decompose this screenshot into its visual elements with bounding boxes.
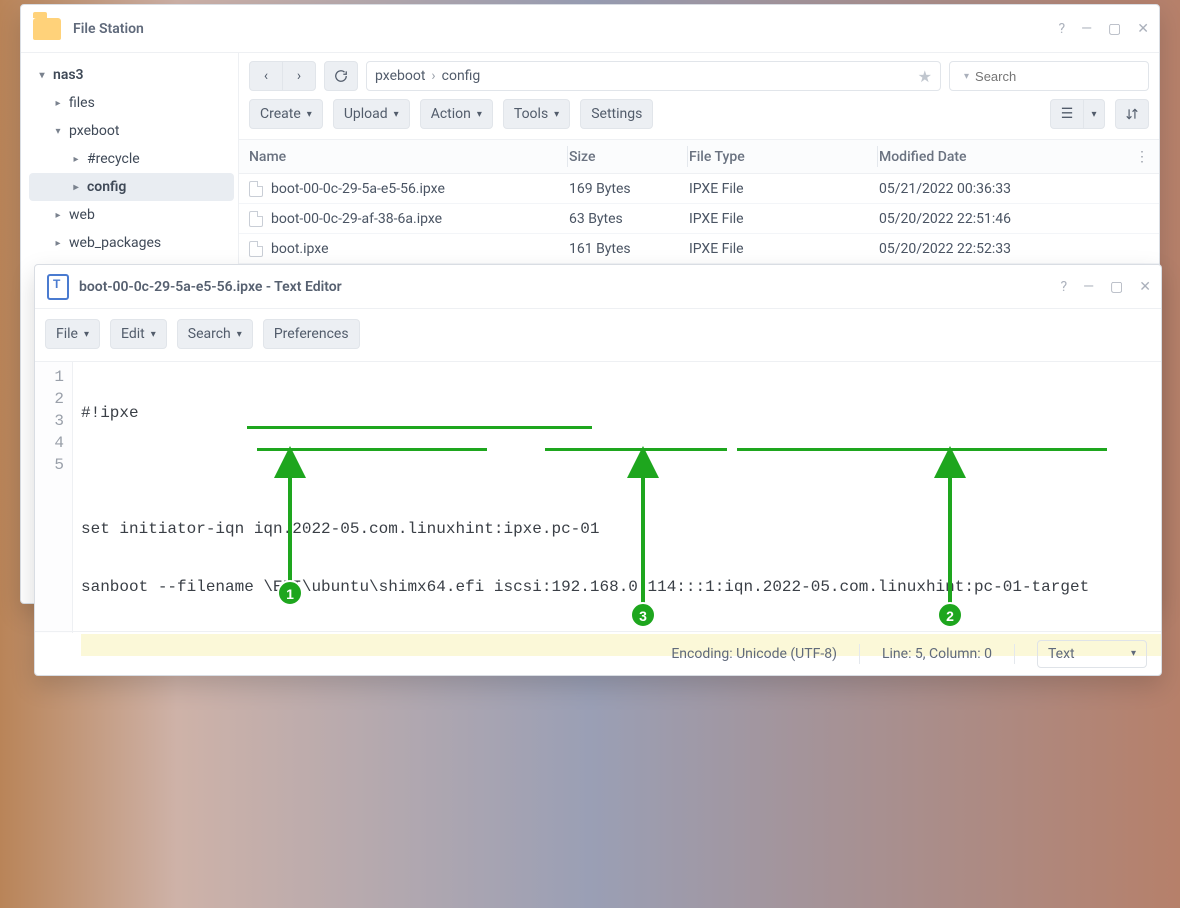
chevron-right-icon: ▸ [53,98,63,109]
settings-button[interactable]: Settings [580,99,653,129]
table-row[interactable]: boot.ipxe 161 Bytes IPXE File 05/20/2022… [239,234,1159,264]
annotation-badge-2: 2 [937,602,963,628]
language-label: Text [1048,646,1075,662]
line-number-gutter: 12345 [35,362,73,633]
breadcrumb[interactable]: pxeboot › config ★ [366,61,941,91]
file-icon [249,241,263,257]
upload-button[interactable]: Upload▾ [333,99,410,129]
text-editor-titlebar: boot-00-0c-29-5a-e5-56.ipxe - Text Edito… [35,265,1161,309]
sort-button[interactable] [1115,99,1149,129]
code-editor[interactable]: 12345 #!ipxe set initiator-iqn iqn.2022-… [35,361,1161,633]
chevron-down-icon[interactable]: ▾ [964,71,969,82]
chevron-down-icon: ▾ [394,109,399,120]
menu-search[interactable]: Search▾ [177,319,253,349]
chevron-down-icon: ▾ [307,109,312,120]
code-line: #!ipxe [81,402,1161,424]
menu-edit[interactable]: Edit▾ [110,319,167,349]
tree-item-files[interactable]: ▸files [29,89,234,117]
help-icon[interactable]: ? [1058,21,1065,37]
minimize-icon[interactable]: — [1083,279,1094,295]
table-row[interactable]: boot-00-0c-29-af-38-6a.ipxe 63 Bytes IPX… [239,204,1159,234]
columns-menu-icon[interactable]: ⋮ [1121,149,1149,165]
reload-icon [334,69,348,83]
status-cursor: Line: 5, Column: 0 [882,646,992,662]
close-icon[interactable]: ✕ [1137,21,1149,37]
tree-item-pxeboot[interactable]: ▾pxeboot [29,117,234,145]
close-icon[interactable]: ✕ [1139,279,1151,295]
menu-file[interactable]: File▾ [45,319,100,349]
col-type[interactable]: File Type [689,149,879,165]
text-editor-window: boot-00-0c-29-5a-e5-56.ipxe - Text Edito… [34,264,1162,676]
annotation-badge-1: 1 [277,580,303,606]
annotation-underline [247,426,592,429]
search-box[interactable]: ▾ [949,61,1149,91]
menu-preferences[interactable]: Preferences [263,319,360,349]
file-table: Name Size File Type Modified Date ⋮ boot… [239,139,1159,264]
chevron-down-icon: ▾ [1091,109,1096,120]
maximize-icon[interactable]: ▢ [1108,21,1121,37]
text-editor-title: boot-00-0c-29-5a-e5-56.ipxe - Text Edito… [79,279,342,295]
col-name[interactable]: Name [249,149,569,165]
chevron-down-icon: ▾ [37,70,47,81]
annotation-underline [737,448,1107,451]
sort-icon [1125,107,1139,121]
create-button[interactable]: Create▾ [249,99,323,129]
chevron-down-icon: ▾ [477,109,482,120]
status-bar: Encoding: Unicode (UTF-8) Line: 5, Colum… [35,631,1161,675]
code-area[interactable]: #!ipxe set initiator-iqn iqn.2022-05.com… [73,362,1161,633]
chevron-right-icon: ▸ [53,210,63,221]
maximize-icon[interactable]: ▢ [1110,279,1123,295]
col-modified[interactable]: Modified Date [879,149,1121,165]
tree-item-web-packages[interactable]: ▸web_packages [29,229,234,257]
breadcrumb-seg-0[interactable]: pxeboot [375,68,425,84]
annotation-underline [545,448,727,451]
tree-item-config[interactable]: ▸config [29,173,234,201]
chevron-right-icon: ▸ [71,182,81,193]
folder-icon [33,18,61,40]
file-icon [249,211,263,227]
language-select[interactable]: Text ▾ [1037,640,1147,668]
text-editor-menubar: File▾ Edit▾ Search▾ Preferences [35,309,1161,361]
help-icon[interactable]: ? [1060,279,1067,295]
tools-button[interactable]: Tools▾ [503,99,570,129]
minimize-icon[interactable]: — [1081,21,1092,37]
table-header: Name Size File Type Modified Date ⋮ [239,140,1159,174]
action-button[interactable]: Action▾ [420,99,493,129]
search-input[interactable] [975,69,1151,84]
code-line [81,460,1161,482]
file-station-titlebar: File Station ? — ▢ ✕ [21,5,1159,53]
code-line: set initiator-iqn iqn.2022-05.com.linuxh… [81,518,1161,540]
annotation-badge-3: 3 [630,602,656,628]
tree-root[interactable]: ▾ nas3 [29,61,234,89]
app-title: File Station [73,21,144,37]
chevron-down-icon: ▾ [53,126,63,137]
code-line: sanboot --filename \EFI\ubuntu\shimx64.e… [81,576,1161,598]
tree-root-label: nas3 [53,67,84,83]
chevron-down-icon: ▾ [1131,648,1136,659]
chevron-right-icon: › [431,68,435,84]
nav-forward-button[interactable]: › [282,61,316,91]
table-row[interactable]: boot-00-0c-29-5a-e5-56.ipxe 169 Bytes IP… [239,174,1159,204]
tree-item-web[interactable]: ▸web [29,201,234,229]
chevron-down-icon: ▾ [237,329,242,340]
file-icon [249,181,263,197]
view-list-options[interactable]: ▾ [1083,99,1105,129]
status-encoding: Encoding: Unicode (UTF-8) [671,646,837,662]
col-size[interactable]: Size [569,149,689,165]
chevron-down-icon: ▾ [554,109,559,120]
breadcrumb-seg-1[interactable]: config [442,68,481,84]
nav-back-button[interactable]: ‹ [249,61,283,91]
tree-item-recycle[interactable]: ▸#recycle [29,145,234,173]
chevron-down-icon: ▾ [151,329,156,340]
view-list-button[interactable]: ☰ [1050,99,1084,129]
annotation-underline [257,448,487,451]
favorite-star-icon[interactable]: ★ [918,67,932,86]
text-editor-app-icon [47,274,69,300]
chevron-right-icon: ▸ [71,154,81,165]
chevron-down-icon: ▾ [84,329,89,340]
reload-button[interactable] [324,61,358,91]
chevron-right-icon: ▸ [53,238,63,249]
